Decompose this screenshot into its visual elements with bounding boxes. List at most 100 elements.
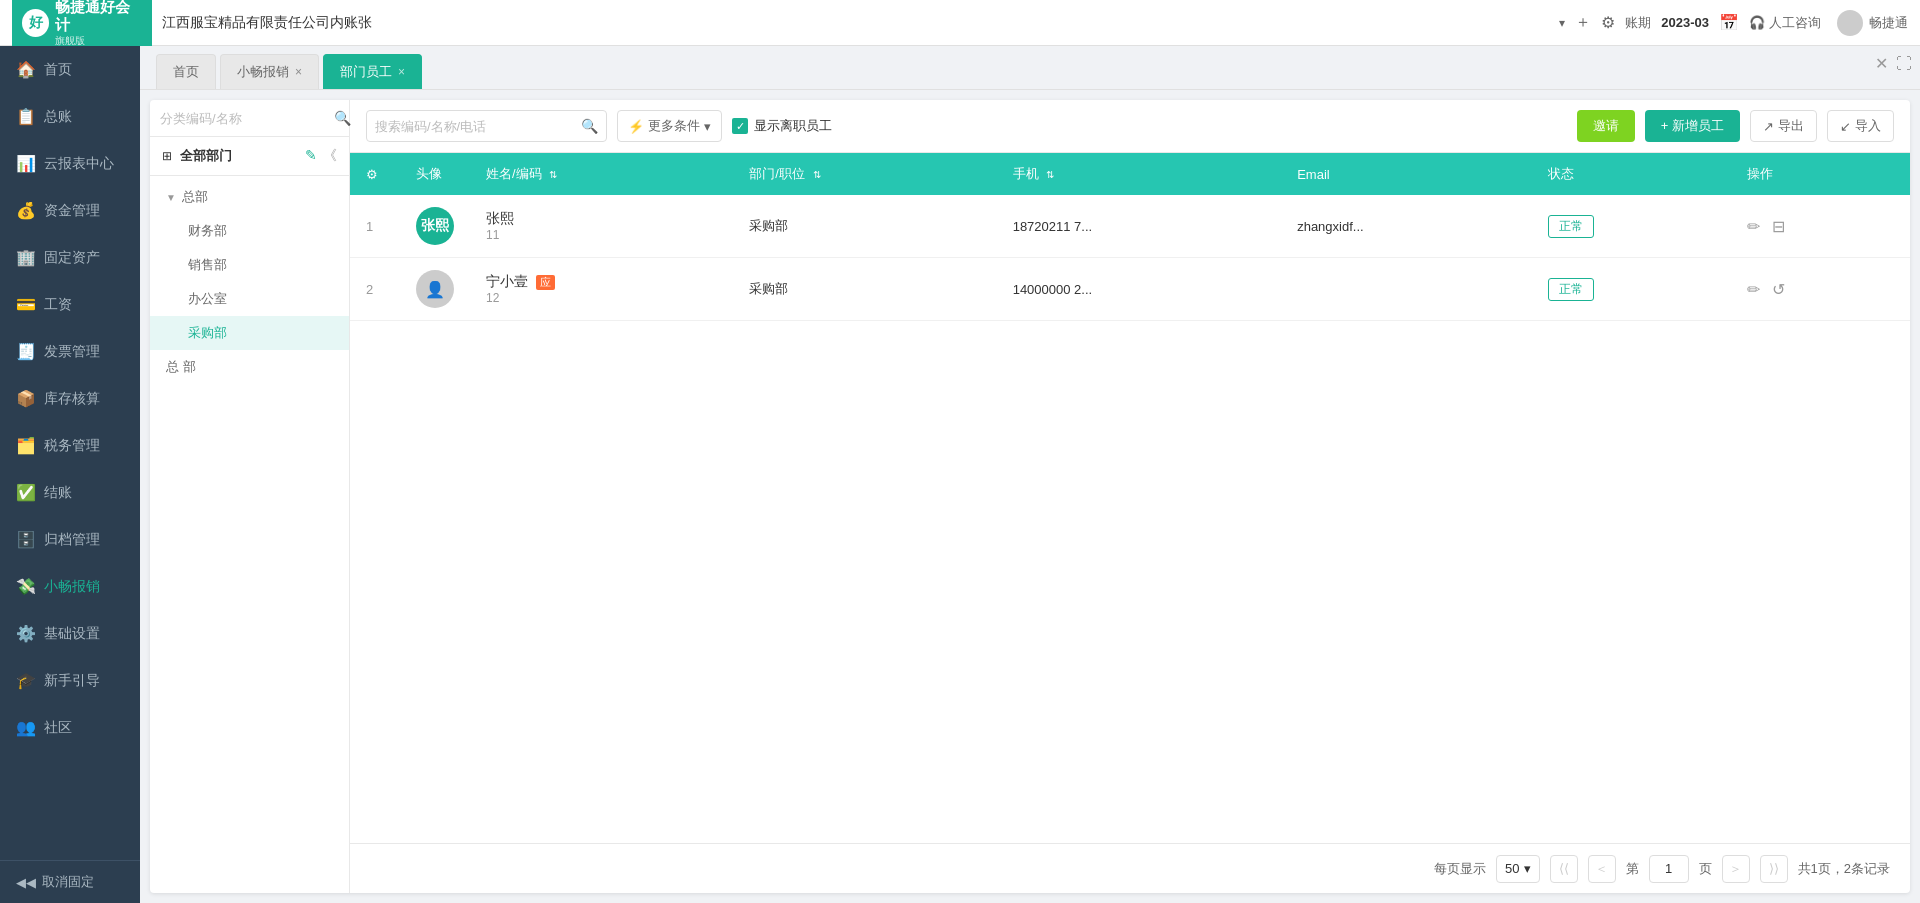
sidebar-item-ledger[interactable]: 📋 总账 — [0, 93, 140, 140]
edit-icon[interactable]: ✏ — [1747, 217, 1760, 236]
settings-icon[interactable]: ⚙ — [1601, 13, 1615, 32]
row-num: 1 — [350, 195, 400, 258]
sidebar-item-reports[interactable]: 📊 云报表中心 — [0, 140, 140, 187]
table-header: ⚙ 头像 姓名/编码 ⇅ 部门/职位 ⇅ 手机 ⇅ Email 状态 操作 — [350, 153, 1910, 195]
add-employee-btn[interactable]: + 新增员工 — [1645, 110, 1740, 142]
pagination: 每页显示 50 ▾ ⟨⟨ ＜ 第 页 ＞ ⟩⟩ 共1页，2条记录 — [350, 843, 1910, 893]
show-inactive-label: 显示离职员工 — [754, 117, 832, 135]
sidebar-label-community: 社区 — [44, 719, 72, 737]
employee-search-icon[interactable]: 🔍 — [581, 118, 598, 134]
sidebar-item-assets[interactable]: 🏢 固定资产 — [0, 234, 140, 281]
import-label: 导入 — [1855, 117, 1881, 135]
dept-node-office[interactable]: 办公室 — [150, 282, 349, 316]
sidebar-item-community[interactable]: 👥 社区 — [0, 704, 140, 751]
dept-all-header[interactable]: ⊞ 全部部门 ✎ 《 — [150, 137, 349, 176]
invite-btn[interactable]: 邀请 — [1577, 110, 1635, 142]
refresh-icon[interactable]: ↺ — [1772, 280, 1785, 299]
tax-icon: 🗂️ — [16, 436, 36, 455]
close-window-icon[interactable]: ✕ — [1875, 54, 1888, 73]
prev-page-btn[interactable]: ＜ — [1588, 855, 1616, 883]
sidebar-item-tax[interactable]: 🗂️ 税务管理 — [0, 422, 140, 469]
sidebar-label-inventory: 库存核算 — [44, 390, 100, 408]
expense-icon: 💸 — [16, 577, 36, 596]
employee-code: 11 — [486, 228, 717, 242]
tab-employee[interactable]: 部门员工 × — [323, 54, 422, 89]
sidebar-item-invoice[interactable]: 🧾 发票管理 — [0, 328, 140, 375]
dept-search-icon[interactable]: 🔍 — [334, 110, 351, 126]
company-dropdown-icon[interactable]: ▾ — [1559, 16, 1565, 30]
tab-expense[interactable]: 小畅报销 × — [220, 54, 319, 89]
sidebar-item-inventory[interactable]: 📦 库存核算 — [0, 375, 140, 422]
last-page-btn[interactable]: ⟩⟩ — [1760, 855, 1788, 883]
sidebar-item-archive[interactable]: 🗄️ 归档管理 — [0, 516, 140, 563]
status-badge: 正常 — [1548, 215, 1594, 238]
dept-node-sales[interactable]: 销售部 — [150, 248, 349, 282]
sidebar-item-guide[interactable]: 🎓 新手引导 — [0, 657, 140, 704]
export-btn[interactable]: ↗ 导出 — [1750, 110, 1817, 142]
tab-employee-label: 部门员工 — [340, 63, 392, 81]
tab-home-label: 首页 — [173, 63, 199, 81]
sidebar-item-home[interactable]: 🏠 首页 — [0, 46, 140, 93]
dept-panel: 🔍 ⊞ 全部部门 ✎ 《 ▼ 总部 — [150, 100, 350, 893]
sidebar-item-funds[interactable]: 💰 资金管理 — [0, 187, 140, 234]
next-page-btn[interactable]: ＞ — [1722, 855, 1750, 883]
dept-node-purchasing[interactable]: 采购部 — [150, 316, 349, 350]
col-phone[interactable]: 手机 ⇅ — [997, 153, 1282, 195]
sidebar-item-expense[interactable]: 💸 小畅报销 — [0, 563, 140, 610]
dept-node-finance[interactable]: 财务部 — [150, 214, 349, 248]
row-num: 2 — [350, 258, 400, 321]
header-right: 🎧 人工咨询 畅捷通 — [1749, 10, 1908, 36]
tab-home[interactable]: 首页 — [156, 54, 216, 89]
sidebar-label-archive: 归档管理 — [44, 531, 100, 549]
customer-service-btn[interactable]: 🎧 人工咨询 — [1749, 14, 1821, 32]
employee-name: 张熙 — [486, 210, 717, 228]
disable-icon[interactable]: ⊟ — [1772, 217, 1785, 236]
employee-search-input[interactable] — [375, 119, 575, 134]
dept-node-general[interactable]: 总 部 — [150, 350, 349, 384]
sidebar-label-invoice: 发票管理 — [44, 343, 100, 361]
add-account-icon[interactable]: ＋ — [1575, 12, 1591, 33]
sidebar-label-assets: 固定资产 — [44, 249, 100, 267]
calendar-icon[interactable]: 📅 — [1719, 13, 1739, 32]
tab-employee-close[interactable]: × — [398, 65, 405, 79]
col-name[interactable]: 姓名/编码 ⇅ — [470, 153, 733, 195]
sidebar-label-expense: 小畅报销 — [44, 578, 100, 596]
guide-icon: 🎓 — [16, 671, 36, 690]
dept-edit-icon[interactable]: ✎ — [305, 147, 317, 165]
sidebar-item-basic[interactable]: ⚙️ 基础设置 — [0, 610, 140, 657]
dept-collapse-icon[interactable]: 《 — [323, 147, 337, 165]
row-dept: 采购部 — [733, 195, 996, 258]
invoice-icon: 🧾 — [16, 342, 36, 361]
basic-icon: ⚙️ — [16, 624, 36, 643]
row-avatar: 👤 — [400, 258, 470, 321]
page-size-select[interactable]: 50 ▾ — [1496, 855, 1539, 883]
employee-search-box[interactable]: 🔍 — [366, 110, 607, 142]
sidebar-item-payroll[interactable]: 💳 工资 — [0, 281, 140, 328]
employee-code: 12 — [486, 291, 717, 305]
show-inactive-checkbox[interactable]: ✓ — [732, 118, 748, 134]
dept-search-input[interactable] — [160, 111, 328, 126]
first-page-btn[interactable]: ⟨⟨ — [1550, 855, 1578, 883]
page-content: 🔍 ⊞ 全部部门 ✎ 《 ▼ 总部 — [150, 100, 1910, 893]
col-dept[interactable]: 部门/职位 ⇅ — [733, 153, 996, 195]
action-icons: ✏ ↺ — [1747, 280, 1894, 299]
sidebar-collapse-btn[interactable]: ◀◀ 取消固定 — [0, 860, 140, 903]
page-input[interactable] — [1649, 855, 1689, 883]
sidebar-item-close[interactable]: ✅ 结账 — [0, 469, 140, 516]
community-icon: 👥 — [16, 718, 36, 737]
user-area[interactable]: 畅捷通 — [1837, 10, 1908, 36]
col-settings[interactable]: ⚙ — [350, 153, 400, 195]
tab-expense-label: 小畅报销 — [237, 63, 289, 81]
maximize-icon[interactable]: ⛶ — [1896, 55, 1912, 73]
import-btn[interactable]: ↙ 导入 — [1827, 110, 1894, 142]
edit-icon[interactable]: ✏ — [1747, 280, 1760, 299]
action-icons: ✏ ⊟ — [1747, 217, 1894, 236]
filter-chevron-icon: ▾ — [704, 119, 711, 134]
app-name: 畅捷通好会计 — [55, 0, 142, 34]
filter-btn[interactable]: ⚡ 更多条件 ▾ — [617, 110, 722, 142]
tab-expense-close[interactable]: × — [295, 65, 302, 79]
dept-node-headquarters[interactable]: ▼ 总部 — [150, 180, 349, 214]
show-inactive-toggle[interactable]: ✓ 显示离职员工 — [732, 117, 832, 135]
assets-icon: 🏢 — [16, 248, 36, 267]
page-total: 共1页，2条记录 — [1798, 860, 1890, 878]
